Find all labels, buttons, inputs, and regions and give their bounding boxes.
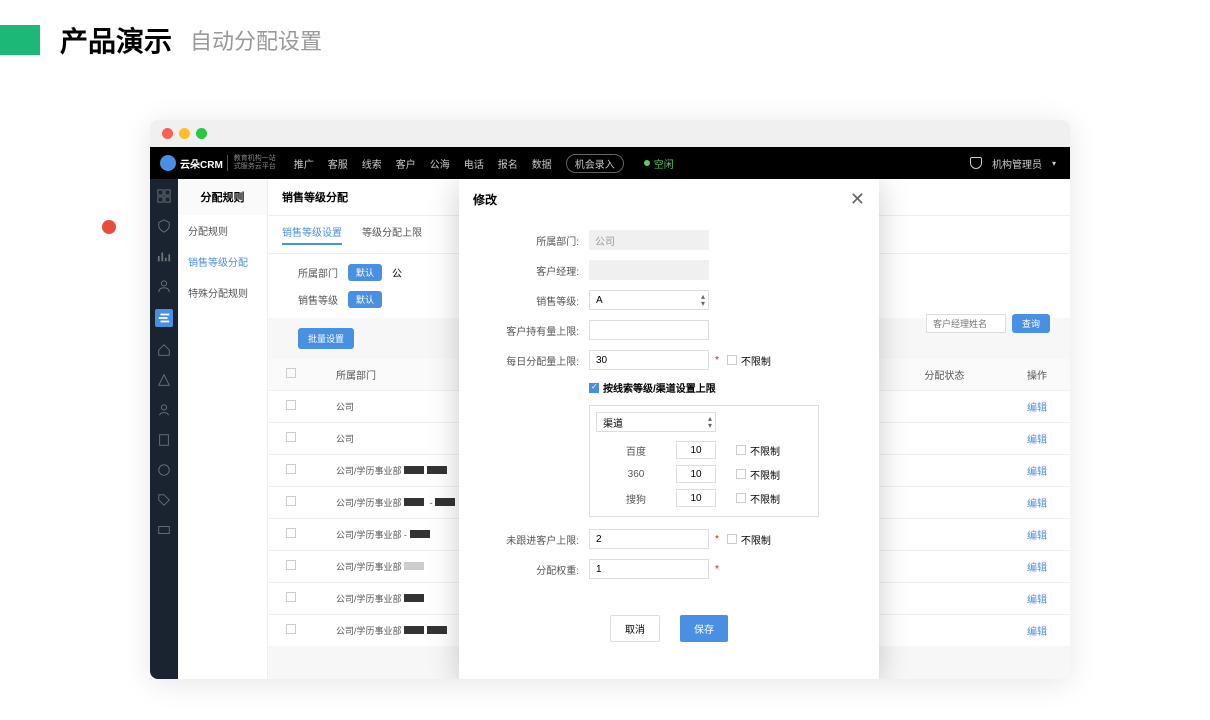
modal-header: 修改 ✕ xyxy=(459,179,879,220)
app-logo[interactable]: 云朵CRM 教育机构一站 式服务云平台 xyxy=(150,155,286,171)
page-title: 产品演示 xyxy=(60,20,172,60)
channel-sogou-input[interactable] xyxy=(676,489,716,507)
sidebar-item-rules[interactable]: 分配规则 xyxy=(178,215,267,246)
logo-icon xyxy=(160,155,176,171)
unfollow-unlimited-checkbox[interactable] xyxy=(727,534,737,544)
status-indicator[interactable]: 空闲 xyxy=(644,156,674,171)
sidebar-item-special[interactable]: 特殊分配规则 xyxy=(178,277,267,308)
dept-label: 所属部门: xyxy=(489,233,589,248)
triangle-icon[interactable] xyxy=(157,373,171,387)
card-icon[interactable] xyxy=(157,523,171,537)
user-icon[interactable] xyxy=(157,279,171,293)
nav-opportunity-entry[interactable]: 机会录入 xyxy=(566,154,624,173)
daily-unlimited-checkbox[interactable] xyxy=(727,355,737,365)
channel-baidu-unlimited-checkbox[interactable] xyxy=(736,445,746,455)
close-window-icon[interactable] xyxy=(162,128,173,139)
nav-promote[interactable]: 推广 xyxy=(294,156,314,171)
unfollow-label: 未跟进客户上限: xyxy=(489,532,589,547)
icon-sidebar xyxy=(150,179,178,679)
app-topbar: 云朵CRM 教育机构一站 式服务云平台 推广 客服 线索 客户 公海 电话 报名… xyxy=(150,147,1070,179)
modal-overlay: 修改 ✕ 所属部门: 客户经理: 销售等级: xyxy=(268,179,1070,679)
channel-360-input[interactable] xyxy=(676,465,716,483)
sub-sidebar: 分配规则 分配规则 销售等级分配 特殊分配规则 xyxy=(178,179,268,679)
maximize-window-icon[interactable] xyxy=(196,128,207,139)
daily-limit-label: 每日分配量上限: xyxy=(489,353,589,368)
hold-limit-input[interactable] xyxy=(589,320,709,340)
chart-icon[interactable] xyxy=(157,249,171,263)
daily-limit-input[interactable] xyxy=(589,350,709,370)
user-menu[interactable]: 机构管理员 xyxy=(992,156,1042,171)
nav-data[interactable]: 数据 xyxy=(532,156,552,171)
save-button[interactable]: 保存 xyxy=(680,615,728,642)
select-arrows-icon: ▴▾ xyxy=(708,415,712,429)
channel-baidu-input[interactable] xyxy=(676,441,716,459)
cancel-button[interactable]: 取消 xyxy=(610,615,660,642)
shield-icon[interactable] xyxy=(157,219,171,233)
status-label: 空闲 xyxy=(654,156,674,171)
manager-label: 客户经理: xyxy=(489,263,589,278)
document-icon[interactable] xyxy=(157,433,171,447)
level-label: 销售等级: xyxy=(489,293,589,308)
page-subtitle: 自动分配设置 xyxy=(190,24,322,56)
nav-customers[interactable]: 客户 xyxy=(396,156,416,171)
dept-input xyxy=(589,230,709,250)
level-select[interactable] xyxy=(589,290,709,310)
nav-phone[interactable]: 电话 xyxy=(464,156,484,171)
channel-limits-box: ▴▾ 百度 不限制 360 xyxy=(589,405,819,517)
nav-pool[interactable]: 公海 xyxy=(430,156,450,171)
channel-360-label: 360 xyxy=(596,469,676,480)
modal-title: 修改 xyxy=(473,191,497,208)
phone-icon[interactable] xyxy=(157,463,171,477)
browser-chrome xyxy=(150,120,1070,147)
tag-icon[interactable] xyxy=(157,493,171,507)
channel-baidu-label: 百度 xyxy=(596,443,676,458)
modal-footer: 取消 保存 xyxy=(459,599,879,658)
required-star: * xyxy=(715,534,719,545)
person-icon[interactable] xyxy=(157,403,171,417)
status-dot-icon xyxy=(644,160,650,166)
dashboard-icon[interactable] xyxy=(157,189,171,203)
channel-sogou-unlimited-checkbox[interactable] xyxy=(736,493,746,503)
select-arrows-icon: ▴▾ xyxy=(701,293,705,307)
home-icon[interactable] xyxy=(157,343,171,357)
unfollow-input[interactable] xyxy=(589,529,709,549)
hold-limit-label: 客户持有量上限: xyxy=(489,323,589,338)
weight-input[interactable] xyxy=(589,559,709,579)
sub-sidebar-header: 分配规则 xyxy=(178,179,267,215)
logo-text: 云朵CRM xyxy=(180,156,223,171)
logo-subtitle: 教育机构一站 式服务云平台 xyxy=(227,155,276,170)
manager-input xyxy=(589,260,709,280)
unfollow-unlimited-label: 不限制 xyxy=(741,532,771,547)
edit-modal: 修改 ✕ 所属部门: 客户经理: 销售等级: xyxy=(459,179,879,679)
browser-window: 云朵CRM 教育机构一站 式服务云平台 推广 客服 线索 客户 公海 电话 报名… xyxy=(150,120,1070,679)
channel-360-unlimited-checkbox[interactable] xyxy=(736,469,746,479)
app-body: 分配规则 分配规则 销售等级分配 特殊分配规则 销售等级分配 销售等级设置 等级… xyxy=(150,179,1070,679)
nav-service[interactable]: 客服 xyxy=(328,156,348,171)
nav-signup[interactable]: 报名 xyxy=(498,156,518,171)
required-star: * xyxy=(715,355,719,366)
main-content: 销售等级分配 销售等级设置 等级分配上限 所属部门 默认 公 销售等级 默认 xyxy=(268,179,1070,679)
close-icon[interactable]: ✕ xyxy=(850,189,865,210)
minimize-window-icon[interactable] xyxy=(179,128,190,139)
top-navigation: 推广 客服 线索 客户 公海 电话 报名 数据 机会录入 xyxy=(294,154,624,173)
sidebar-item-sales-level[interactable]: 销售等级分配 xyxy=(178,246,267,277)
channel-sogou-label: 搜狗 xyxy=(596,491,676,506)
bell-icon[interactable] xyxy=(970,157,982,169)
channel-enable-label: 按线索等级/渠道设置上限 xyxy=(603,380,716,395)
weight-label: 分配权重: xyxy=(489,562,589,577)
nav-leads[interactable]: 线索 xyxy=(362,156,382,171)
page-header: 产品演示 自动分配设置 xyxy=(0,0,1210,80)
topbar-right: 机构管理员 ▾ xyxy=(970,156,1070,171)
settings-icon[interactable] xyxy=(155,309,173,327)
chevron-down-icon[interactable]: ▾ xyxy=(1052,159,1056,168)
modal-body: 所属部门: 客户经理: 销售等级: ▴▾ xyxy=(459,220,879,599)
required-star: * xyxy=(715,564,719,575)
decorative-block xyxy=(0,25,40,55)
daily-unlimited-label: 不限制 xyxy=(741,353,771,368)
channel-enable-checkbox[interactable] xyxy=(589,383,599,393)
channel-type-select[interactable] xyxy=(596,412,716,432)
